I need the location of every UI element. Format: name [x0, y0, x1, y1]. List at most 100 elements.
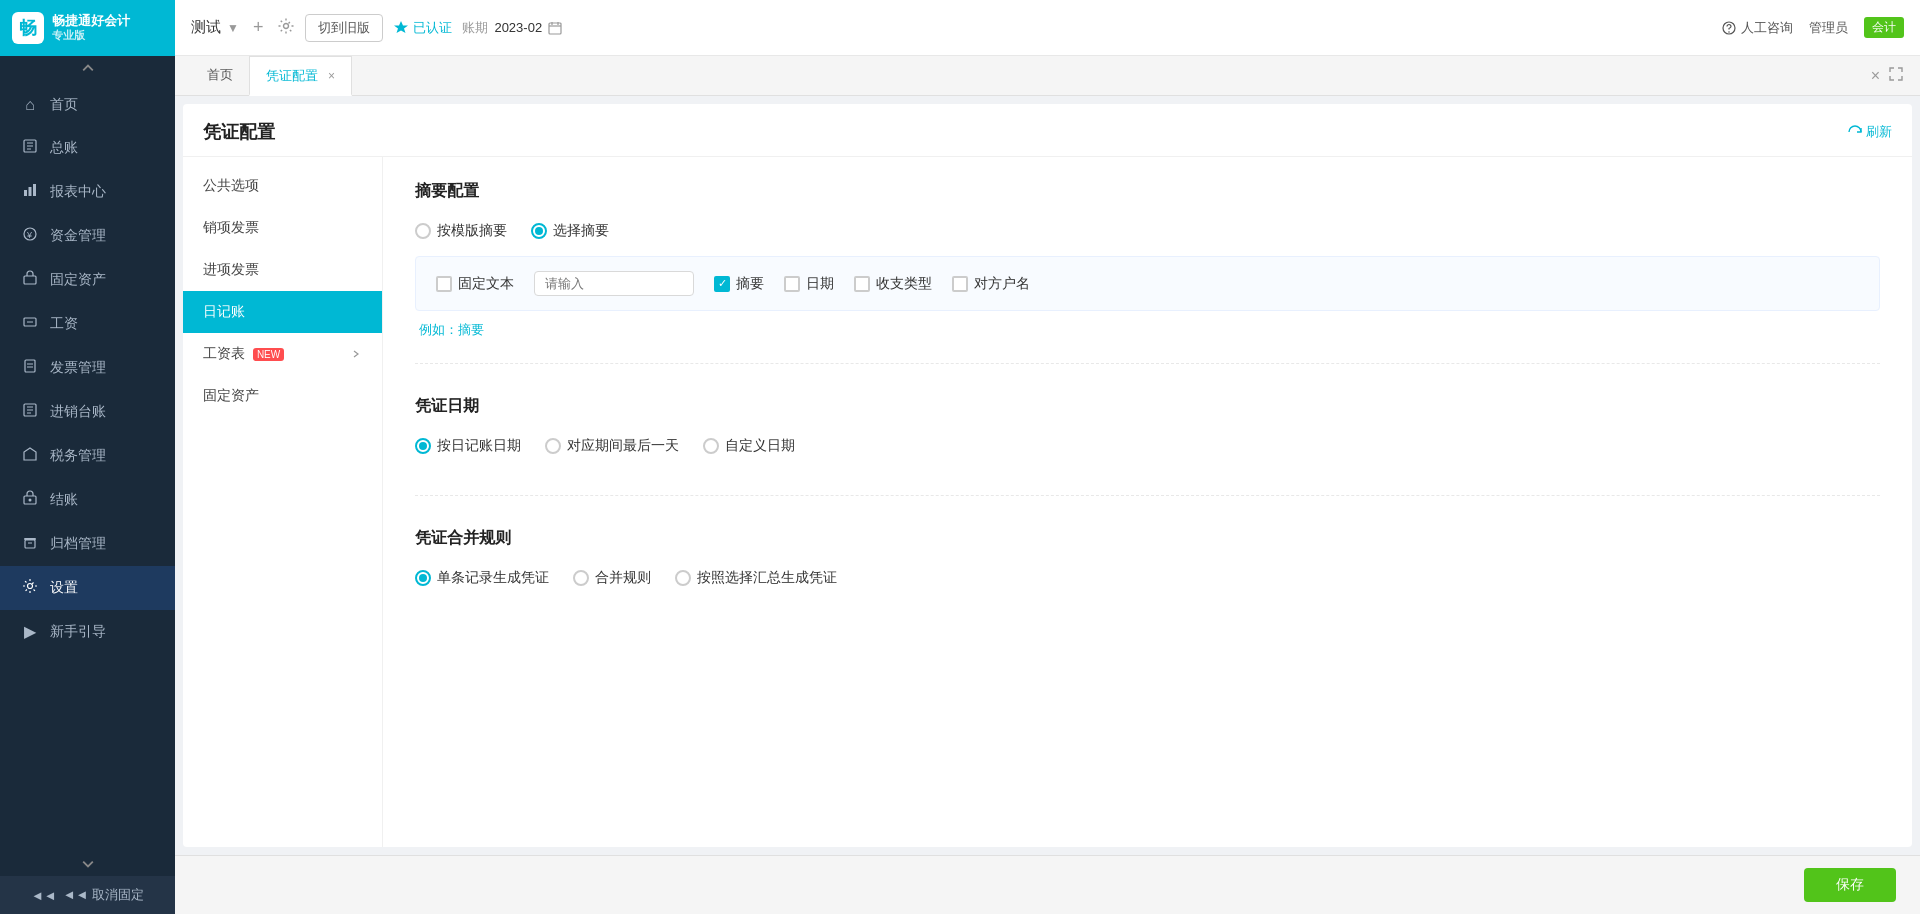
checkbox-income-type[interactable]: 收支类型 [854, 275, 932, 293]
close-tab-button[interactable]: × [328, 69, 335, 83]
sidebar-item-guide[interactable]: ▶ 新手引导 [0, 610, 175, 653]
switch-to-old-button[interactable]: 切到旧版 [305, 14, 383, 42]
sidebar-item-label: 发票管理 [50, 359, 106, 377]
merge-title: 凭证合并规则 [415, 528, 1880, 549]
consult-button[interactable]: 人工咨询 [1721, 19, 1793, 37]
sidebar-item-label: 税务管理 [50, 447, 106, 465]
date-radio-period-end[interactable]: 对应期间最后一天 [545, 437, 679, 455]
sidebar-item-label: 固定资产 [50, 271, 106, 289]
date-radio-journal[interactable]: 按日记账日期 [415, 437, 521, 455]
svg-point-25 [284, 23, 289, 28]
sidebar-item-close[interactable]: 结账 [0, 478, 175, 522]
fullscreen-button[interactable] [1888, 66, 1904, 86]
svg-point-20 [29, 499, 32, 502]
sidebar-item-label: 工资 [50, 315, 78, 333]
sidebar-item-ledger[interactable]: 总账 [0, 126, 175, 170]
inner-layout: 公共选项 销项发票 进项发票 日记账 工资表 NEW [183, 157, 1912, 847]
new-badge: NEW [253, 348, 284, 361]
merge-radio-aggregate[interactable]: 按照选择汇总生成凭证 [675, 569, 837, 587]
summary-radio-group: 按模版摘要 选择摘要 [415, 222, 1880, 240]
sidebar-item-home[interactable]: ⌂ 首页 [0, 84, 175, 126]
archive-icon [20, 534, 40, 554]
svg-point-24 [28, 584, 33, 589]
tab-home-label: 首页 [207, 66, 233, 84]
sidebar-item-label: 资金管理 [50, 227, 106, 245]
sidebar-scroll-down[interactable] [0, 852, 175, 876]
sidebar-item-funds[interactable]: ¥ 资金管理 [0, 214, 175, 258]
tab-actions: × [1871, 66, 1904, 86]
close-panel-button[interactable]: × [1871, 66, 1880, 86]
page-title: 凭证配置 [203, 120, 275, 144]
sidebar-scroll-up[interactable] [0, 56, 175, 80]
date-section: 凭证日期 按日记账日期 对应期间最后一天 自定义日期 [415, 396, 1880, 496]
svg-rect-9 [24, 276, 36, 284]
role-badge: 会计 [1864, 17, 1904, 38]
radio-circle-period-end [545, 438, 561, 454]
sidebar-item-tax[interactable]: 税务管理 [0, 434, 175, 478]
merge-radio-group: 单条记录生成凭证 合并规则 按照选择汇总生成凭证 [415, 569, 1880, 587]
assets-icon [20, 270, 40, 290]
merge-radio-single[interactable]: 单条记录生成凭证 [415, 569, 549, 587]
summary-section: 摘要配置 按模版摘要 选择摘要 [415, 181, 1880, 364]
sidebar-item-sales[interactable]: 进销台账 [0, 390, 175, 434]
radio-circle-journal [415, 438, 431, 454]
sidebar-item-label: 设置 [50, 579, 78, 597]
company-selector[interactable]: 测试 ▼ [191, 18, 239, 37]
sidebar-item-archive[interactable]: 归档管理 [0, 522, 175, 566]
svg-rect-26 [549, 23, 561, 34]
example-text: 例如：摘要 [415, 321, 1880, 339]
menu-item-purchase-invoice[interactable]: 进项发票 [183, 249, 382, 291]
topbar-right: 人工咨询 管理员 会计 [1721, 17, 1904, 38]
menu-item-journal[interactable]: 日记账 [183, 291, 382, 333]
checkbox-counterpart[interactable]: 对方户名 [952, 275, 1030, 293]
sidebar-unfix-button[interactable]: ◄◄ ◄◄ 取消固定 [0, 876, 175, 914]
right-panel: 摘要配置 按模版摘要 选择摘要 [383, 157, 1912, 847]
svg-rect-4 [24, 190, 27, 196]
admin-label[interactable]: 管理员 [1809, 19, 1848, 37]
merge-radio-rules[interactable]: 合并规则 [573, 569, 651, 587]
save-button[interactable]: 保存 [1804, 868, 1896, 902]
unfix-icon: ◄◄ [31, 888, 57, 903]
checkbox-date[interactable]: 日期 [784, 275, 834, 293]
logo-icon: 畅 [12, 12, 44, 44]
invoices-icon [20, 358, 40, 378]
content-area: 凭证配置 刷新 公共选项 销项发票 进项发票 日记账 [183, 104, 1912, 847]
radio-circle-template [415, 223, 431, 239]
menu-item-public[interactable]: 公共选项 [183, 165, 382, 207]
radio-circle-single [415, 570, 431, 586]
period-selector[interactable]: 账期 2023-02 [462, 19, 562, 37]
topbar-settings-icon[interactable] [277, 17, 295, 39]
fixed-text-input[interactable] [534, 271, 694, 296]
menu-item-sales-invoice[interactable]: 销项发票 [183, 207, 382, 249]
sidebar-item-reports[interactable]: 报表中心 [0, 170, 175, 214]
content-header: 凭证配置 刷新 [183, 104, 1912, 157]
checkbox-box-fixed [436, 276, 452, 292]
checkbox-fixed-text[interactable]: 固定文本 [436, 275, 514, 293]
summary-radio-template[interactable]: 按模版摘要 [415, 222, 507, 240]
checkbox-summary[interactable]: 摘要 [714, 275, 764, 293]
company-dropdown-icon: ▼ [227, 21, 239, 35]
date-radio-group: 按日记账日期 对应期间最后一天 自定义日期 [415, 437, 1880, 455]
menu-item-fixed-assets[interactable]: 固定资产 [183, 375, 382, 417]
summary-checkbox-row: 固定文本 摘要 日期 收支类型 [415, 256, 1880, 311]
date-radio-custom[interactable]: 自定义日期 [703, 437, 795, 455]
tab-home[interactable]: 首页 [191, 56, 249, 96]
svg-text:¥: ¥ [26, 230, 33, 240]
sidebar-item-settings[interactable]: 设置 [0, 566, 175, 610]
tab-voucher-config[interactable]: 凭证配置 × [249, 56, 352, 96]
sidebar-item-assets[interactable]: 固定资产 [0, 258, 175, 302]
refresh-button[interactable]: 刷新 [1848, 123, 1892, 141]
add-company-button[interactable]: + [249, 17, 268, 38]
sidebar-item-payroll[interactable]: 工资 [0, 302, 175, 346]
checkbox-box-counterpart [952, 276, 968, 292]
payroll-table-label: 工资表 NEW [203, 345, 284, 363]
sidebar-nav: ⌂ 首页 总账 报表中心 ¥ 资金管理 固定资产 [0, 80, 175, 852]
guide-icon: ▶ [20, 622, 40, 641]
sidebar-item-invoices[interactable]: 发票管理 [0, 346, 175, 390]
tab-active-label: 凭证配置 [266, 67, 318, 85]
sales-icon [20, 402, 40, 422]
summary-radio-select[interactable]: 选择摘要 [531, 222, 609, 240]
menu-item-payroll-table[interactable]: 工资表 NEW [183, 333, 382, 375]
certified-badge: 已认证 [393, 19, 452, 37]
app-edition: 专业版 [52, 28, 130, 43]
